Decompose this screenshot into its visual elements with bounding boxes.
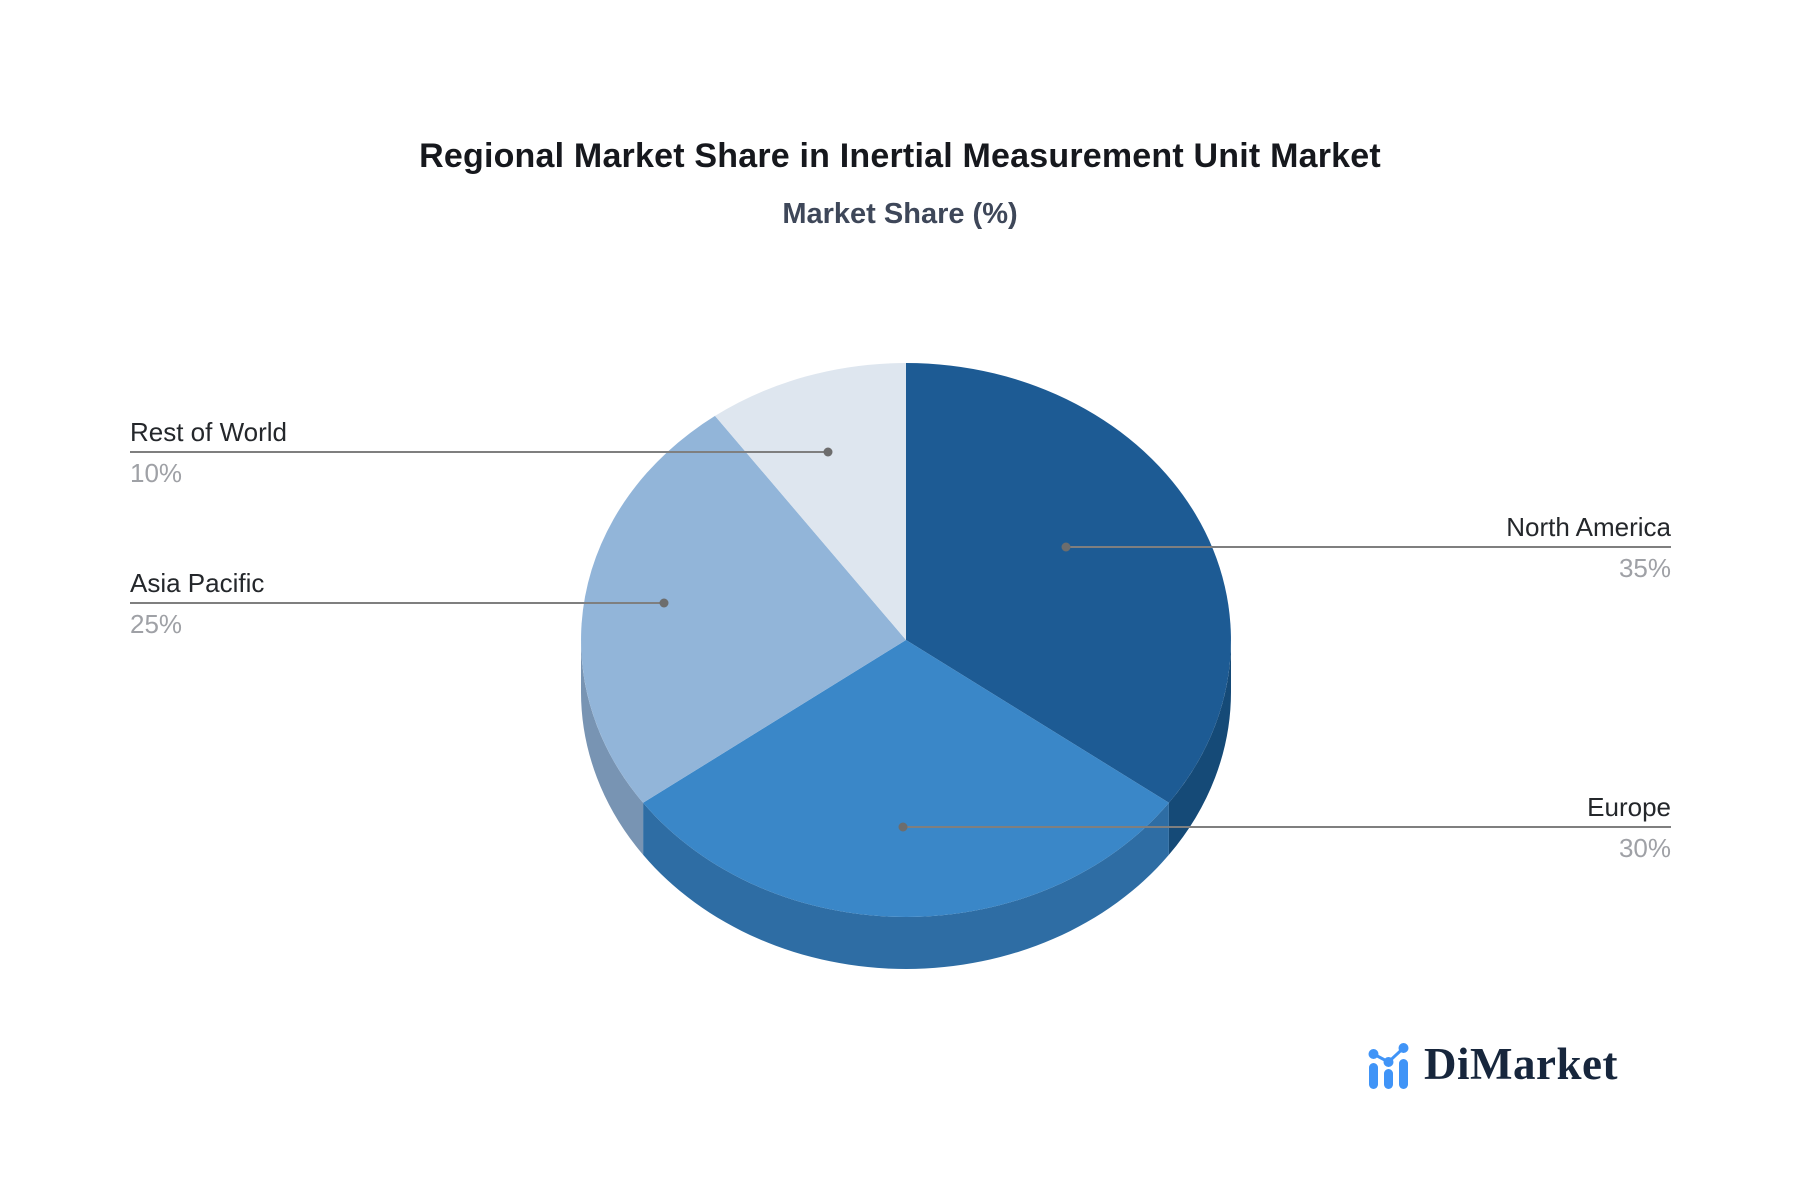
pie-chart (130, 363, 1671, 969)
slice-label-text: North America (1506, 512, 1671, 542)
slice-label-text: Europe (1587, 792, 1671, 822)
slice-value-text: 25% (130, 609, 183, 639)
leader-dot-asia-pacific (659, 598, 669, 608)
slice-label-text: Asia Pacific (130, 568, 265, 598)
leader-dot-north-america (1061, 542, 1071, 552)
slice-label-europe: Europe 30% (1587, 791, 1671, 861)
dimarket-logo: DiMarket (1367, 1038, 1618, 1090)
dimarket-logo-text: DiMarket (1424, 1039, 1618, 1089)
leader-dot-rest-of-world (823, 447, 833, 457)
slice-value-text: 30% (1618, 833, 1671, 863)
dimarket-logo-icon (1368, 1043, 1409, 1089)
leader-dot-europe (898, 822, 908, 832)
slice-value-text: 35% (1618, 553, 1671, 583)
slice-label-north-america: North America 35% (1506, 511, 1671, 581)
pie-slices (581, 363, 1231, 917)
slice-label-text: Rest of World (130, 417, 288, 447)
slice-label-asia-pacific: Asia Pacific 25% (130, 567, 264, 637)
slice-label-rest-of-world: Rest of World 10% (130, 416, 287, 486)
slice-value-text: 10% (130, 458, 183, 488)
